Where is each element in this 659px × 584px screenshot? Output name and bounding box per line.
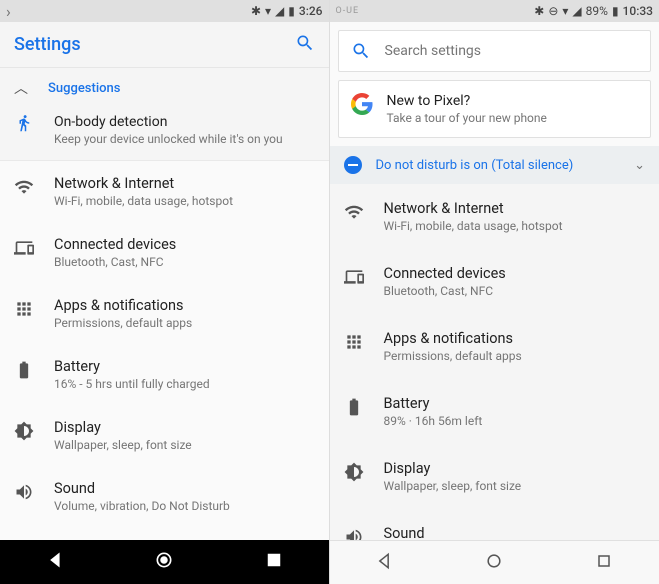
brightness-icon	[344, 462, 364, 482]
devices-icon	[344, 267, 364, 287]
wifi-icon: ▾	[265, 4, 271, 18]
nav-recent-button[interactable]	[264, 550, 284, 574]
battery-icon: ▮	[612, 4, 619, 18]
dnd-icon	[344, 156, 362, 174]
battery-icon	[14, 360, 34, 380]
dnd-text: Do not disturb is on (Total silence)	[376, 158, 574, 173]
wifi-icon: ▾	[562, 4, 568, 18]
devices-icon	[14, 238, 34, 258]
nav-bar	[0, 540, 329, 584]
row-title: Display	[384, 460, 522, 477]
signal-icon: ◢	[572, 4, 581, 18]
row-sub: Wi-Fi, mobile, data usage, hotspot	[54, 194, 233, 208]
search-settings[interactable]: Search settings	[338, 30, 652, 72]
settings-row-display[interactable]: Display Wallpaper, sleep, font size	[0, 405, 329, 466]
suggestions-label: Suggestions	[48, 81, 120, 96]
wifi-icon	[344, 202, 364, 222]
battery-icon	[344, 397, 364, 417]
row-title: Sound	[54, 480, 230, 497]
volume-icon	[14, 482, 34, 502]
search-placeholder: Search settings	[385, 43, 482, 59]
settings-row-battery[interactable]: Battery 89% · 16h 56m left	[330, 379, 659, 444]
phone-new: O-UE ✱ ⊖ ▾ ◢ 89% ▮ 10:33 Search settings…	[330, 0, 659, 584]
dnd-banner[interactable]: Do not disturb is on (Total silence) ⌄	[330, 146, 659, 184]
row-sub: Bluetooth, Cast, NFC	[54, 255, 176, 269]
row-title: Battery	[54, 358, 210, 375]
row-sub: 16% - 5 hrs until fully charged	[54, 377, 210, 391]
row-sub: Bluetooth, Cast, NFC	[384, 284, 506, 298]
settings-row-battery[interactable]: Battery 16% - 5 hrs until fully charged	[0, 344, 329, 405]
suggestion-title: On-body detection	[54, 114, 283, 130]
walking-person-icon	[14, 114, 34, 146]
settings-row-display[interactable]: Display Wallpaper, sleep, font size	[330, 444, 659, 509]
clock: 10:33	[623, 4, 653, 18]
settings-row-network[interactable]: Network & Internet Wi-Fi, mobile, data us…	[0, 161, 329, 222]
row-title: Network & Internet	[384, 200, 563, 217]
battery-percent: 89%	[586, 4, 608, 18]
status-bar: › ✱ ▾ ◢ ▮ 3:26	[0, 0, 329, 22]
clock: 3:26	[299, 4, 323, 18]
row-sub: 89% · 16h 56m left	[384, 414, 483, 428]
nav-recent-button[interactable]	[594, 551, 614, 575]
pixel-welcome-card[interactable]: New to Pixel? Take a tour of your new ph…	[338, 80, 652, 138]
status-bar: O-UE ✱ ⊖ ▾ ◢ 89% ▮ 10:33	[330, 0, 659, 22]
carrier-label: O-UE	[336, 6, 360, 16]
bluetooth-icon: ✱	[534, 4, 544, 18]
card-title: New to Pixel?	[387, 93, 547, 109]
settings-row-apps[interactable]: Apps & notifications Permissions, default…	[0, 283, 329, 344]
wifi-icon	[14, 177, 34, 197]
app-header: Settings	[0, 22, 329, 68]
search-icon	[351, 41, 371, 61]
card-sub: Take a tour of your new phone	[387, 111, 547, 125]
bluetooth-icon: ✱	[251, 4, 261, 18]
suggestions-header[interactable]: ︿ Suggestions	[0, 68, 329, 108]
chevron-down-icon: ⌄	[634, 158, 645, 173]
suggestion-item[interactable]: On-body detection Keep your device unloc…	[0, 108, 329, 161]
nav-home-button[interactable]	[154, 550, 174, 574]
row-title: Apps & notifications	[54, 297, 192, 314]
nav-back-button[interactable]	[45, 550, 65, 574]
brightness-icon	[14, 421, 34, 441]
signal-icon: ◢	[275, 4, 284, 18]
row-title: Apps & notifications	[384, 330, 522, 347]
nav-back-button[interactable]	[374, 551, 394, 575]
dnd-status-icon: ⊖	[548, 4, 558, 18]
apps-icon	[344, 332, 364, 352]
battery-icon: ▮	[288, 4, 295, 18]
nav-bar	[330, 540, 659, 584]
search-button[interactable]	[295, 33, 315, 57]
row-sub: Volume, vibration, Do Not Disturb	[54, 499, 230, 513]
google-logo-icon	[351, 93, 373, 115]
apps-icon	[14, 299, 34, 319]
row-sub: Wallpaper, sleep, font size	[54, 438, 192, 452]
page-title: Settings	[14, 34, 295, 55]
row-title: Display	[54, 419, 192, 436]
settings-list: Network & Internet Wi-Fi, mobile, data us…	[0, 161, 329, 584]
notification-chevron-icon: ›	[6, 2, 11, 21]
settings-list: Network & Internet Wi-Fi, mobile, data us…	[330, 184, 659, 584]
row-sub: Permissions, default apps	[54, 316, 192, 330]
row-title: Battery	[384, 395, 483, 412]
suggestion-sub: Keep your device unlocked while it's on …	[54, 132, 283, 146]
chevron-up-icon: ︿	[14, 78, 28, 98]
settings-row-network[interactable]: Network & Internet Wi-Fi, mobile, data us…	[330, 184, 659, 249]
row-sub: Permissions, default apps	[384, 349, 522, 363]
settings-row-sound[interactable]: Sound Volume, vibration, Do Not Disturb	[0, 466, 329, 527]
settings-row-connected[interactable]: Connected devices Bluetooth, Cast, NFC	[0, 222, 329, 283]
row-title: Connected devices	[54, 236, 176, 253]
row-title: Network & Internet	[54, 175, 233, 192]
row-sub: Wallpaper, sleep, font size	[384, 479, 522, 493]
nav-home-button[interactable]	[484, 551, 504, 575]
search-icon	[295, 33, 315, 53]
row-title: Connected devices	[384, 265, 506, 282]
row-sub: Wi-Fi, mobile, data usage, hotspot	[384, 219, 563, 233]
settings-row-connected[interactable]: Connected devices Bluetooth, Cast, NFC	[330, 249, 659, 314]
settings-row-apps[interactable]: Apps & notifications Permissions, default…	[330, 314, 659, 379]
phone-old: › ✱ ▾ ◢ ▮ 3:26 Settings ︿ Suggestions On…	[0, 0, 330, 584]
